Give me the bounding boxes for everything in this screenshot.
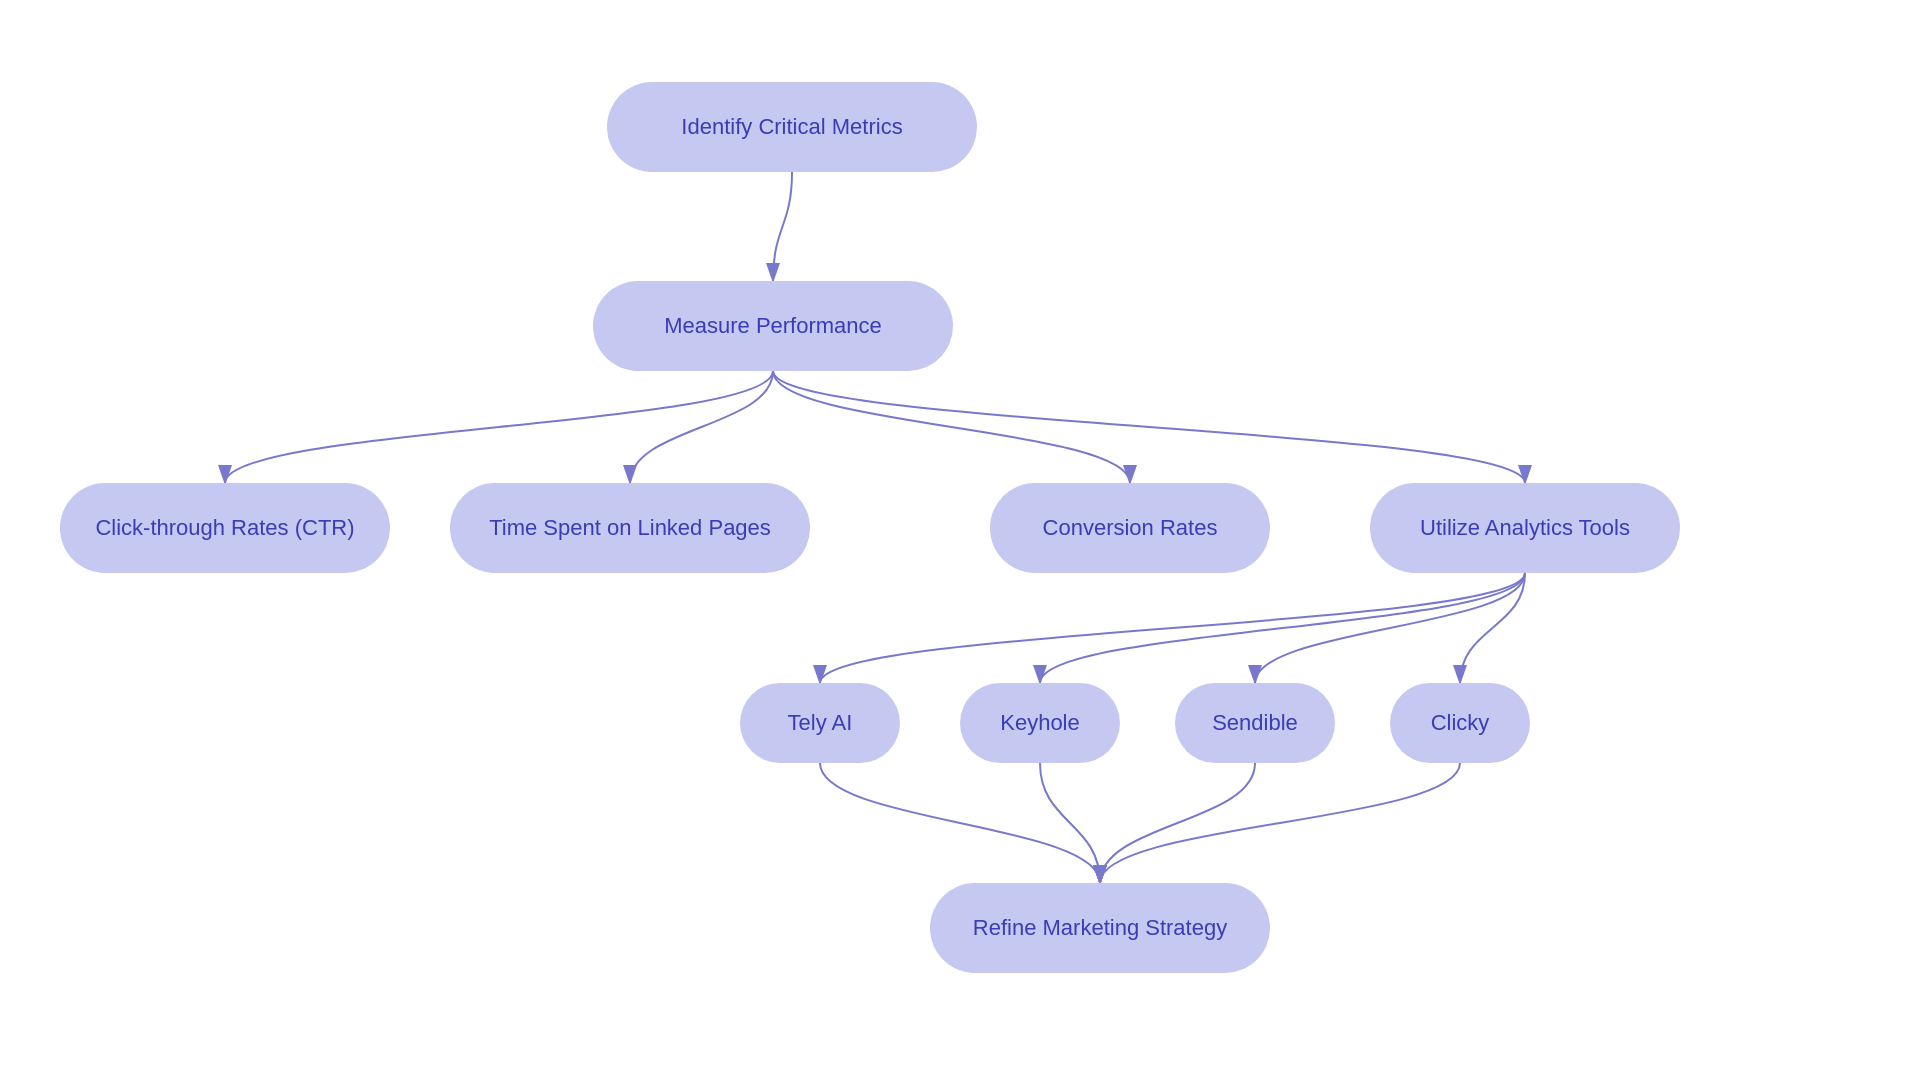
conversion-rates-node: Conversion Rates [990,483,1270,573]
refine-marketing-node: Refine Marketing Strategy [930,883,1270,973]
measure-performance-to-click-through-rates-line [225,371,773,483]
utilize-analytics-to-keyhole-line [1040,573,1525,683]
measure-performance-node: Measure Performance [593,281,953,371]
clicky-node: Clicky [1390,683,1530,763]
measure-performance-to-utilize-analytics-line [773,371,1525,483]
utilize-analytics-to-sendible-line [1255,573,1525,683]
diagram-container: Identify Critical Metrics Measure Perform… [0,0,1920,1083]
identify-critical-metrics-node: Identify Critical Metrics [607,82,977,172]
utilize-analytics-to-tely-ai-line [820,573,1525,683]
tely-ai-node: Tely AI [740,683,900,763]
sendible-node: Sendible [1175,683,1335,763]
utilize-analytics-node: Utilize Analytics Tools [1370,483,1680,573]
measure-performance-to-conversion-rates-line [773,371,1130,483]
utilize-analytics-to-clicky-line [1460,573,1525,683]
time-spent-node: Time Spent on Linked Pages [450,483,810,573]
sendible-to-refine-marketing-line [1100,763,1255,883]
keyhole-to-refine-marketing-line [1040,763,1100,883]
identify-critical-metrics-to-measure-performance-line [773,172,792,281]
measure-performance-to-time-spent-line [630,371,773,483]
tely-ai-to-refine-marketing-line [820,763,1100,883]
click-through-rates-node: Click-through Rates (CTR) [60,483,390,573]
keyhole-node: Keyhole [960,683,1120,763]
clicky-to-refine-marketing-line [1100,763,1460,883]
